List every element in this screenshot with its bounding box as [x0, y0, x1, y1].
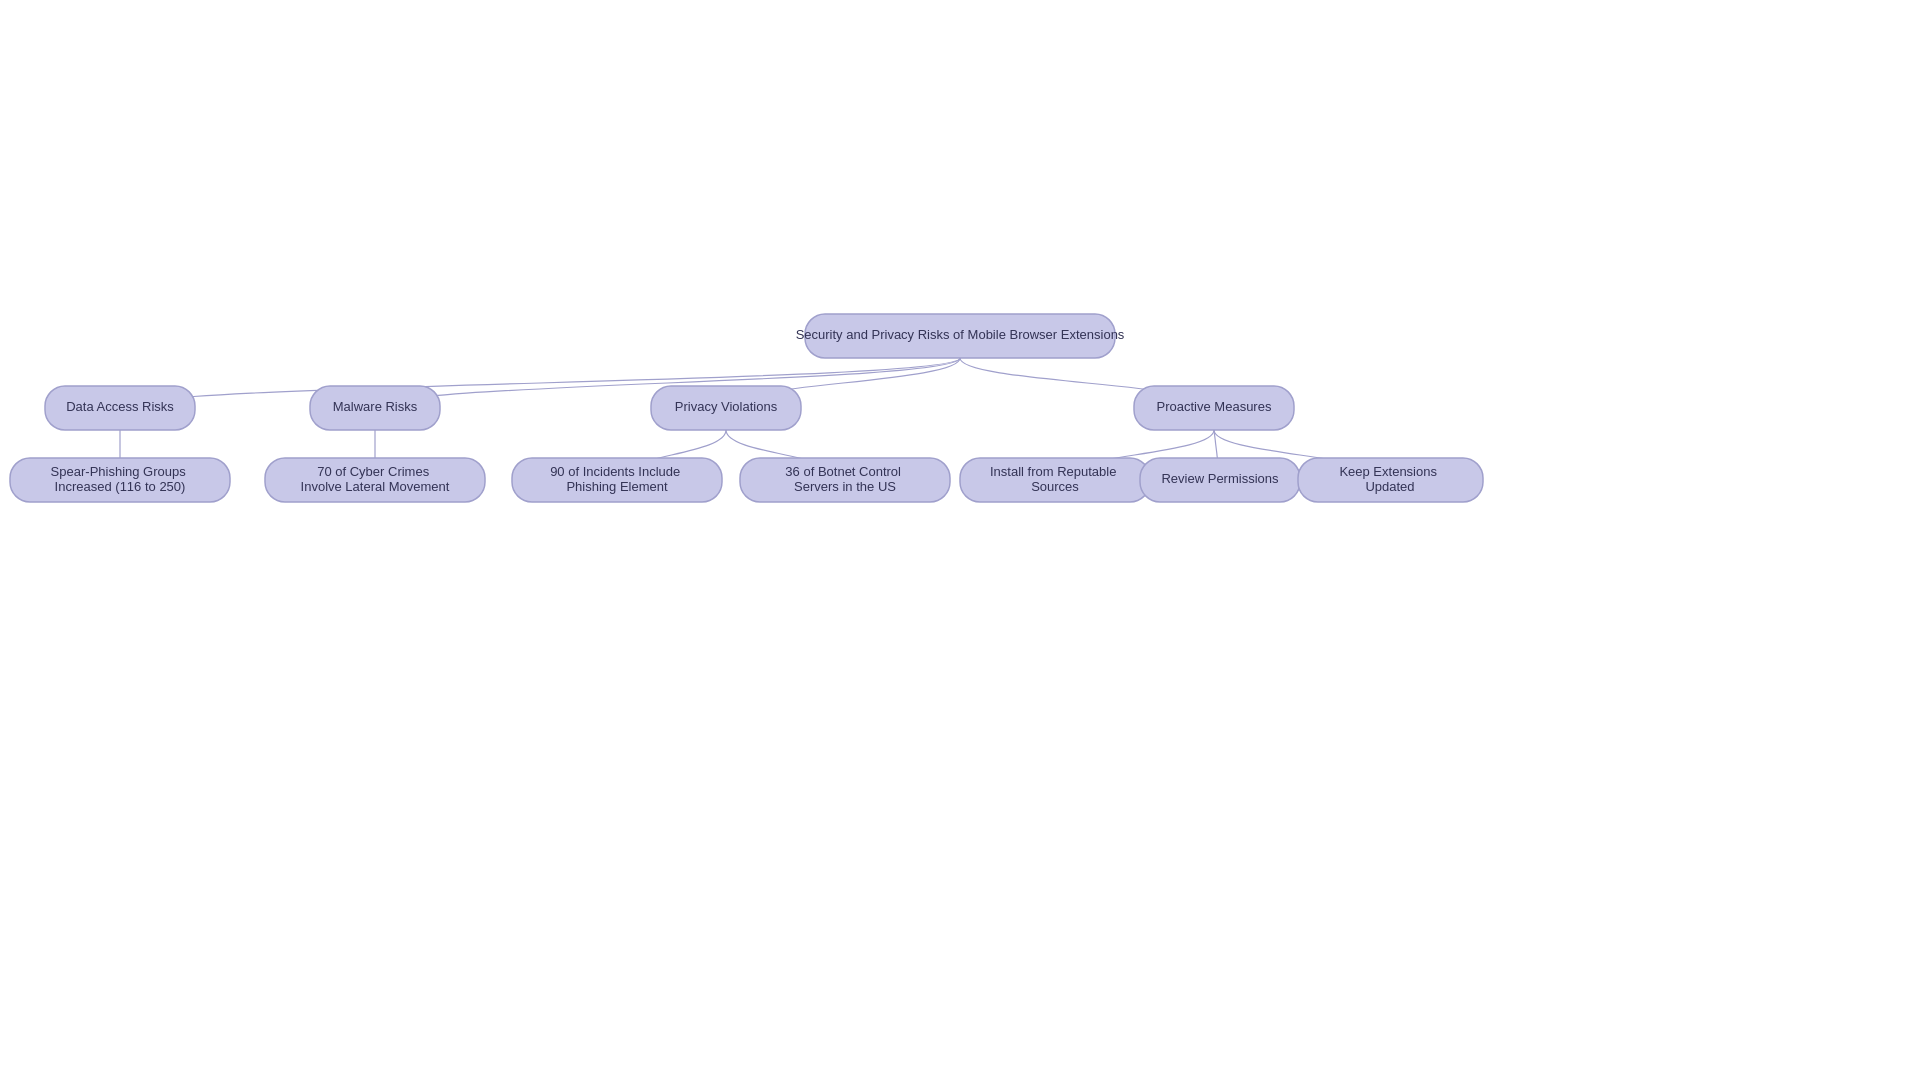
leaf3-node-label: 90 of Incidents Include Phishing Element — [550, 464, 684, 494]
mind-map-diagram: Security and Privacy Risks of Mobile Bro… — [0, 0, 1920, 1083]
leaf2-node-label: 70 of Cyber Crimes Involve Lateral Movem… — [301, 464, 450, 494]
cat4-node-label: Proactive Measures — [1157, 399, 1272, 414]
cat1-node-label: Data Access Risks — [66, 399, 174, 414]
root-node-label: Security and Privacy Risks of Mobile Bro… — [796, 327, 1125, 342]
edge-root-cat1 — [120, 358, 960, 408]
cat2-node-label: Malware Risks — [333, 399, 418, 414]
cat3-node-label: Privacy Violations — [675, 399, 778, 414]
leaf6-node-label: Review Permissions — [1161, 471, 1279, 486]
leaf1-node-label: Spear-Phishing Groups Increased (116 to … — [51, 464, 190, 494]
leaf4-node-label: 36 of Botnet Control Servers in the US — [785, 464, 904, 494]
